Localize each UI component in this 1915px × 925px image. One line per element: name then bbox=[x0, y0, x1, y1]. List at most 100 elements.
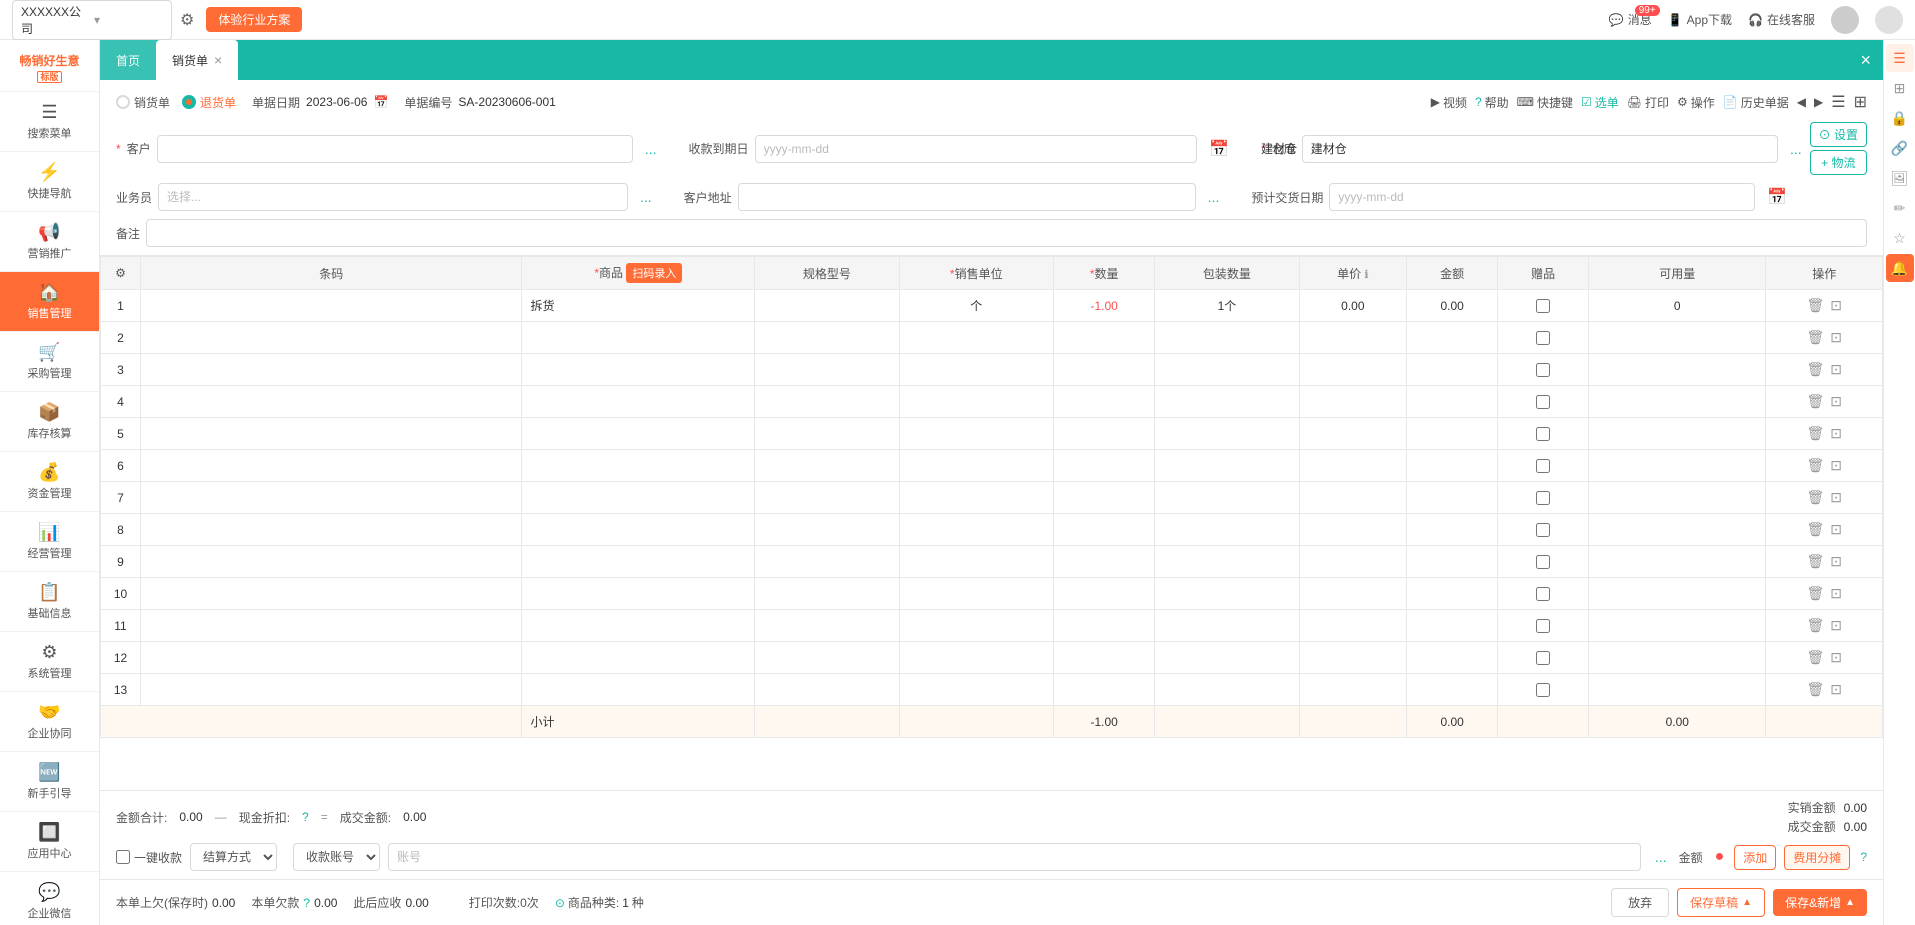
row-amount[interactable] bbox=[1407, 354, 1498, 386]
logistics-button[interactable]: + 物流 bbox=[1810, 150, 1867, 175]
sidebar-item-finance[interactable]: 💰 资金管理 bbox=[0, 452, 99, 512]
gift-checkbox[interactable] bbox=[1536, 587, 1550, 601]
company-selector[interactable]: XXXXXX公司 ▾ bbox=[12, 0, 172, 40]
row-barcode[interactable] bbox=[141, 514, 522, 546]
discard-button[interactable]: 放弃 bbox=[1611, 888, 1669, 917]
row-spec[interactable] bbox=[755, 418, 899, 450]
row-quantity[interactable] bbox=[1054, 642, 1155, 674]
copy-row-icon[interactable]: ⊡ bbox=[1830, 329, 1842, 346]
help-action[interactable]: ? 帮助 bbox=[1475, 94, 1509, 111]
video-action[interactable]: ▶ 视频 bbox=[1431, 94, 1467, 111]
fee-help-icon[interactable]: ? bbox=[1860, 850, 1867, 864]
delete-row-icon[interactable]: 🗑 bbox=[1806, 297, 1824, 314]
row-unit[interactable] bbox=[899, 578, 1054, 610]
row-unit[interactable] bbox=[899, 418, 1054, 450]
row-spec[interactable] bbox=[755, 546, 899, 578]
row-product[interactable] bbox=[522, 642, 755, 674]
delete-row-icon[interactable]: 🗑 bbox=[1806, 681, 1824, 698]
sidebar-item-purchase[interactable]: 🛒 采购管理 bbox=[0, 332, 99, 392]
add-payment-button[interactable]: 添加 bbox=[1734, 845, 1776, 870]
address-more-icon[interactable]: ... bbox=[1208, 189, 1220, 205]
row-product[interactable] bbox=[522, 482, 755, 514]
row-barcode[interactable] bbox=[141, 642, 522, 674]
row-unit-price[interactable] bbox=[1299, 610, 1407, 642]
sidebar-item-enterprise[interactable]: 🤝 企业协同 bbox=[0, 692, 99, 752]
payment-due-calendar-icon[interactable]: 📅 bbox=[1209, 139, 1229, 159]
barcode-input[interactable] bbox=[149, 395, 513, 409]
row-quantity[interactable] bbox=[1054, 450, 1155, 482]
copy-row-icon[interactable]: ⊡ bbox=[1830, 617, 1842, 634]
row-quantity[interactable] bbox=[1054, 418, 1155, 450]
row-product[interactable] bbox=[522, 578, 755, 610]
copy-row-icon[interactable]: ⊡ bbox=[1830, 297, 1842, 314]
row-barcode[interactable] bbox=[141, 610, 522, 642]
delete-row-icon[interactable]: 🗑 bbox=[1806, 521, 1824, 538]
row-unit[interactable] bbox=[899, 450, 1054, 482]
row-spec[interactable] bbox=[755, 674, 899, 706]
row-unit[interactable]: 个 bbox=[899, 290, 1054, 322]
gift-checkbox[interactable] bbox=[1536, 299, 1550, 313]
barcode-input[interactable] bbox=[149, 651, 513, 665]
row-product[interactable] bbox=[522, 354, 755, 386]
row-unit-price[interactable] bbox=[1299, 322, 1407, 354]
row-quantity[interactable] bbox=[1054, 386, 1155, 418]
gift-checkbox[interactable] bbox=[1536, 683, 1550, 697]
right-panel-list-view[interactable]: ☰ bbox=[1886, 44, 1914, 72]
row-barcode[interactable] bbox=[141, 546, 522, 578]
barcode-input[interactable] bbox=[149, 427, 513, 441]
row-pack-qty[interactable] bbox=[1155, 354, 1299, 386]
row-pack-qty[interactable] bbox=[1155, 642, 1299, 674]
gift-checkbox[interactable] bbox=[1536, 491, 1550, 505]
row-quantity[interactable] bbox=[1054, 354, 1155, 386]
setting-button[interactable]: ⊙ 设置 bbox=[1810, 122, 1867, 147]
shortcut-action[interactable]: ⌨ 快捷键 bbox=[1517, 94, 1573, 111]
copy-row-icon[interactable]: ⊡ bbox=[1830, 585, 1842, 602]
barcode-input[interactable] bbox=[149, 523, 513, 537]
row-spec[interactable] bbox=[755, 642, 899, 674]
radio-return[interactable]: 退货单 bbox=[182, 94, 236, 111]
right-panel-alert-icon[interactable]: 🔔 bbox=[1886, 254, 1914, 282]
history-action[interactable]: 📄 历史单据 bbox=[1723, 94, 1789, 111]
row-product[interactable] bbox=[522, 514, 755, 546]
row-amount[interactable] bbox=[1407, 418, 1498, 450]
logo-area[interactable]: 畅销好生意标版 bbox=[0, 40, 99, 92]
row-spec[interactable] bbox=[755, 450, 899, 482]
row-spec[interactable] bbox=[755, 610, 899, 642]
row-product[interactable] bbox=[522, 546, 755, 578]
gift-checkbox[interactable] bbox=[1536, 555, 1550, 569]
sidebar-item-system[interactable]: ⚙ 系统管理 bbox=[0, 632, 99, 692]
row-quantity[interactable] bbox=[1054, 482, 1155, 514]
row-unit-price[interactable] bbox=[1299, 674, 1407, 706]
trial-button[interactable]: 体验行业方案 bbox=[206, 7, 302, 32]
delivery-input[interactable] bbox=[1329, 183, 1755, 211]
account-input[interactable] bbox=[388, 843, 1641, 871]
account-more-icon[interactable]: ... bbox=[1655, 849, 1667, 865]
copy-row-icon[interactable]: ⊡ bbox=[1830, 681, 1842, 698]
view-grid[interactable]: ⊞ bbox=[1854, 92, 1867, 112]
save-new-button[interactable]: 保存&新增 ▲ bbox=[1773, 889, 1867, 916]
salesperson-more-icon[interactable]: ... bbox=[640, 189, 652, 205]
right-panel-image-icon[interactable]: 🖼 bbox=[1886, 164, 1914, 192]
row-unit[interactable] bbox=[899, 514, 1054, 546]
copy-row-icon[interactable]: ⊡ bbox=[1830, 457, 1842, 474]
warehouse-more-icon[interactable]: ... bbox=[1790, 141, 1802, 157]
row-unit-price[interactable] bbox=[1299, 578, 1407, 610]
delete-row-icon[interactable]: 🗑 bbox=[1806, 553, 1824, 570]
barcode-input[interactable] bbox=[149, 459, 513, 473]
row-barcode[interactable] bbox=[141, 386, 522, 418]
row-pack-qty[interactable] bbox=[1155, 514, 1299, 546]
row-gift[interactable] bbox=[1498, 450, 1589, 482]
sidebar-item-operations[interactable]: 📊 经营管理 bbox=[0, 512, 99, 572]
gift-checkbox[interactable] bbox=[1536, 363, 1550, 377]
view-list[interactable]: ☰ bbox=[1831, 92, 1845, 112]
row-quantity[interactable] bbox=[1054, 610, 1155, 642]
warehouse-input[interactable] bbox=[1302, 135, 1778, 163]
avatar2[interactable] bbox=[1875, 6, 1903, 34]
row-barcode[interactable] bbox=[141, 674, 522, 706]
row-unit-price[interactable] bbox=[1299, 354, 1407, 386]
delete-row-icon[interactable]: 🗑 bbox=[1806, 425, 1824, 442]
row-barcode[interactable] bbox=[141, 578, 522, 610]
barcode-input[interactable] bbox=[149, 491, 513, 505]
row-spec[interactable] bbox=[755, 290, 899, 322]
barcode-input[interactable] bbox=[149, 363, 513, 377]
